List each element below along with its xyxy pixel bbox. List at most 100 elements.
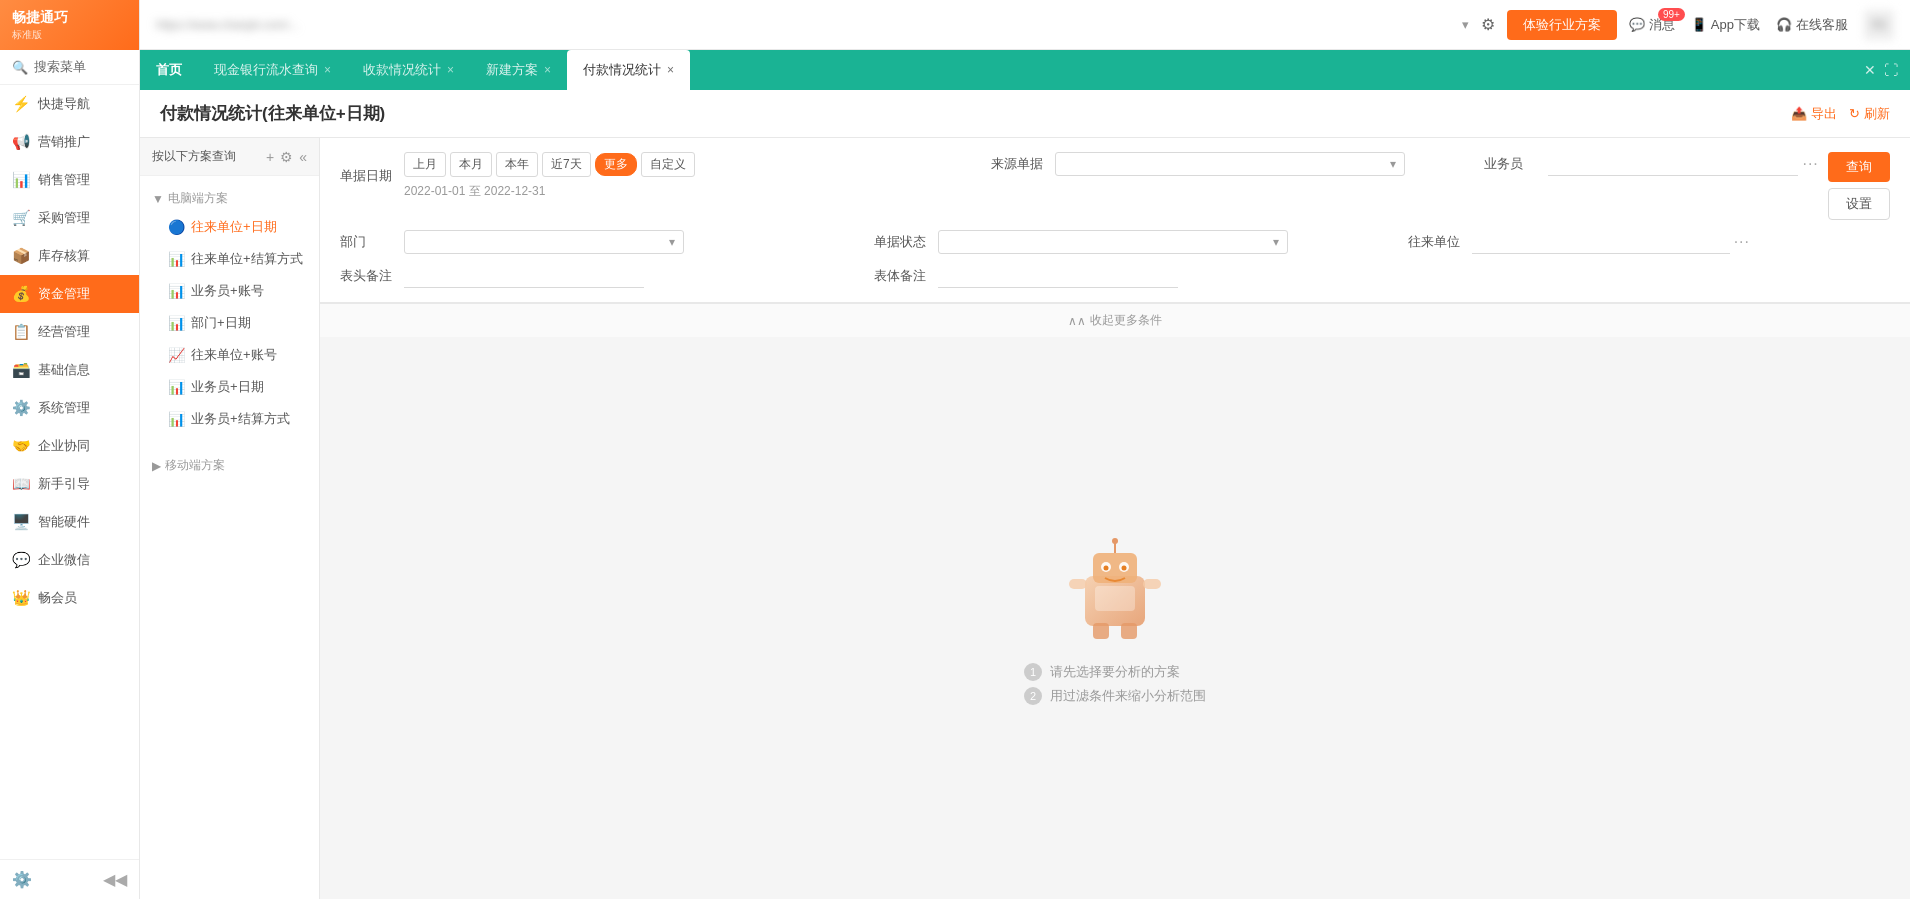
tab-home[interactable]: 首页 — [140, 50, 198, 90]
wechat-icon: 💬 — [12, 551, 30, 569]
app-download-btn[interactable]: 📱 App下载 — [1691, 16, 1760, 34]
desktop-section-title[interactable]: ▼ 电脑端方案 — [140, 184, 319, 211]
sidebar-footer: ⚙️ ◀◀ — [0, 859, 139, 899]
date-btn-this-month[interactable]: 本月 — [450, 152, 492, 177]
scheme-item-staff-settlement[interactable]: 📊 业务员+结算方式 — [140, 403, 319, 435]
body-note-input[interactable] — [938, 264, 1178, 288]
tab-new-scheme-close[interactable]: × — [544, 63, 551, 77]
refresh-btn[interactable]: ↻ 刷新 — [1849, 105, 1890, 123]
sidebar-item-inventory[interactable]: 📦 库存核算 — [0, 237, 139, 275]
tab-expand-icon[interactable]: ⛶ — [1884, 62, 1898, 78]
user-avatar[interactable]: Rit — [1864, 10, 1894, 40]
scheme-item-label: 业务员+账号 — [191, 282, 264, 300]
message-icon: 💬 — [1629, 17, 1645, 32]
sidebar-item-label: 新手引导 — [38, 475, 90, 493]
sidebar-item-label: 系统管理 — [38, 399, 90, 417]
tab-cash-flow-close[interactable]: × — [324, 63, 331, 77]
sidebar-search[interactable]: 🔍 搜索菜单 — [0, 50, 139, 85]
dept-select[interactable]: ▾ — [404, 230, 684, 254]
settings-filter-btn[interactable]: 设置 — [1828, 188, 1890, 220]
sidebar-item-hardware[interactable]: 🖥️ 智能硬件 — [0, 503, 139, 541]
staff-input[interactable] — [1548, 152, 1798, 176]
date-btn-custom[interactable]: 自定义 — [641, 152, 695, 177]
export-label: 导出 — [1811, 105, 1837, 123]
sidebar-item-finance[interactable]: 💰 资金管理 — [0, 275, 139, 313]
date-label: 单据日期 — [340, 167, 396, 185]
header-note-input[interactable] — [404, 264, 644, 288]
address-bar: https://www.chanjet.com/... — [156, 18, 1450, 32]
logo-sub: 标准版 — [12, 28, 68, 42]
export-btn[interactable]: 📤 导出 — [1791, 105, 1837, 123]
date-btn-last-month[interactable]: 上月 — [404, 152, 446, 177]
user-name: Rit — [1872, 18, 1887, 32]
tab-payment-stats-close[interactable]: × — [667, 63, 674, 77]
tab-payment-stats[interactable]: 付款情况统计 × — [567, 50, 690, 90]
settings-icon[interactable]: ⚙ — [1481, 15, 1495, 34]
partner-input[interactable] — [1472, 230, 1730, 254]
search-icon: 🔍 — [12, 60, 28, 75]
scheme-settings-btn[interactable]: ⚙ — [280, 149, 293, 165]
sidebar-item-basics[interactable]: 🗃️ 基础信息 — [0, 351, 139, 389]
partner-label: 往来单位 — [1408, 233, 1464, 251]
date-btn-this-year[interactable]: 本年 — [496, 152, 538, 177]
sidebar-item-quick-nav[interactable]: ⚡ 快捷导航 — [0, 85, 139, 123]
scheme-item-dept-date[interactable]: 📊 部门+日期 — [140, 307, 319, 339]
source-label: 来源单据 — [991, 155, 1047, 173]
sales-icon: 📊 — [12, 171, 30, 189]
scheme-item-partner-date[interactable]: 🔵 往来单位+日期 — [140, 211, 319, 243]
header-note-item: 表头备注 — [340, 264, 854, 288]
empty-illustration — [1055, 531, 1175, 651]
tab-cash-flow[interactable]: 现金银行流水查询 × — [198, 50, 347, 90]
marketing-icon: 📢 — [12, 133, 30, 151]
sidebar-item-guide[interactable]: 📖 新手引导 — [0, 465, 139, 503]
mobile-section-title[interactable]: ▶ 移动端方案 — [140, 451, 319, 478]
footer-collapse-icon[interactable]: ◀◀ — [103, 870, 127, 889]
dept-label: 部门 — [340, 233, 396, 251]
industry-btn[interactable]: 体验行业方案 — [1507, 10, 1617, 40]
sidebar-item-sales[interactable]: 📊 销售管理 — [0, 161, 139, 199]
sidebar-item-wechat[interactable]: 💬 企业微信 — [0, 541, 139, 579]
sidebar-item-label: 库存核算 — [38, 247, 90, 265]
operations-icon: 📋 — [12, 323, 30, 341]
scheme-item-partner-settlement[interactable]: 📊 往来单位+结算方式 — [140, 243, 319, 275]
sidebar-item-enterprise[interactable]: 🤝 企业协同 — [0, 427, 139, 465]
sidebar-item-marketing[interactable]: 📢 营销推广 — [0, 123, 139, 161]
chevron-down-icon[interactable]: ▾ — [1462, 17, 1469, 32]
date-btn-7days[interactable]: 近7天 — [542, 152, 591, 177]
add-scheme-btn[interactable]: + — [266, 149, 274, 165]
source-select[interactable]: ▾ — [1055, 152, 1405, 176]
top-header-right: 💬 消息 99+ 📱 App下载 🎧 在线客服 Rit — [1629, 10, 1894, 40]
tab-cash-flow-label: 现金银行流水查询 — [214, 61, 318, 79]
search-label: 搜索菜单 — [34, 58, 86, 76]
notifications-btn[interactable]: 💬 消息 99+ — [1629, 16, 1675, 34]
scheme-item-label: 业务员+日期 — [191, 378, 264, 396]
scheme-item-staff-date[interactable]: 📊 业务员+日期 — [140, 371, 319, 403]
source-filter-item: 来源单据 ▾ — [991, 152, 1464, 176]
scheme-item-staff-account[interactable]: 📊 业务员+账号 — [140, 275, 319, 307]
panel-collapse-btn[interactable]: « — [299, 149, 307, 165]
footer-settings-icon[interactable]: ⚙️ — [12, 870, 32, 889]
query-btn[interactable]: 查询 — [1828, 152, 1890, 182]
sidebar-item-system[interactable]: ⚙️ 系统管理 — [0, 389, 139, 427]
tab-new-scheme[interactable]: 新建方案 × — [470, 50, 567, 90]
tab-receipt-stats[interactable]: 收款情况统计 × — [347, 50, 470, 90]
staff-dots-btn[interactable]: ··· — [1802, 155, 1818, 173]
sidebar-item-operations[interactable]: 📋 经营管理 — [0, 313, 139, 351]
scheme-icon: 📈 — [168, 347, 185, 363]
date-buttons: 上月 本月 本年 近7天 更多 自定义 — [404, 152, 695, 177]
partner-dots-btn[interactable]: ··· — [1734, 233, 1750, 251]
sidebar-item-label: 畅会员 — [38, 589, 77, 607]
system-icon: ⚙️ — [12, 399, 30, 417]
svg-point-7 — [1112, 538, 1118, 544]
collapse-bar[interactable]: ∧∧ 收起更多条件 — [320, 303, 1910, 337]
tab-close-all-icon[interactable]: ✕ — [1864, 62, 1876, 78]
content-body: 按以下方案查询 + ⚙ « ▼ 电脑端方案 🔵 往来单位+日期 — [140, 138, 1910, 899]
tab-receipt-stats-close[interactable]: × — [447, 63, 454, 77]
sidebar-item-purchase[interactable]: 🛒 采购管理 — [0, 199, 139, 237]
online-service-btn[interactable]: 🎧 在线客服 — [1776, 16, 1848, 34]
date-btn-more[interactable]: 更多 — [595, 153, 637, 176]
scheme-item-partner-account[interactable]: 📈 往来单位+账号 — [140, 339, 319, 371]
sidebar-item-member[interactable]: 👑 畅会员 — [0, 579, 139, 617]
status-select[interactable]: ▾ — [938, 230, 1288, 254]
refresh-icon: ↻ — [1849, 106, 1860, 121]
